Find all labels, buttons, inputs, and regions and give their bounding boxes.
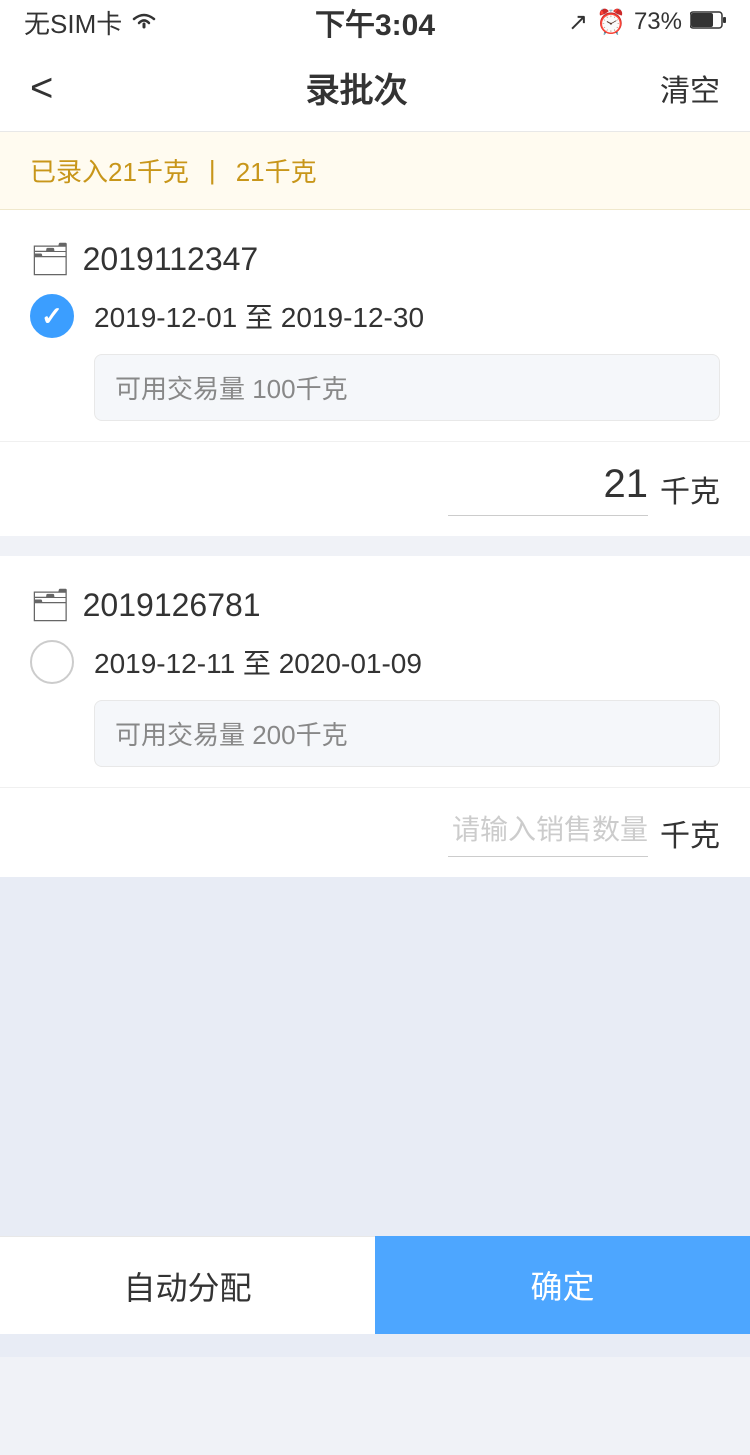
batch-row-1: 2019-12-01 至 2019-12-30	[30, 294, 720, 338]
batch-available-1: 可用交易量 100千克	[94, 354, 720, 421]
battery-icon	[690, 8, 726, 36]
info-banner: 已录入21千克 | 21千克	[0, 132, 750, 210]
batch-number-1: 2019112347	[83, 241, 259, 278]
quantity-value-1[interactable]: 21	[604, 462, 649, 507]
alarm-icon: ⏰	[596, 8, 626, 37]
status-left: 无SIM卡	[24, 4, 158, 41]
batch-header-2: 🗂 2019126781	[30, 586, 720, 624]
recorded-label: 已录入21千克	[30, 152, 189, 189]
quantity-unit-1: 千克	[660, 467, 720, 511]
batch-row-2: 2019-12-11 至 2020-01-09	[30, 640, 720, 684]
checkbox-1[interactable]	[30, 294, 74, 338]
location-icon: ↗	[568, 8, 588, 37]
batch-header-1: 🗂 2019112347	[30, 240, 720, 278]
status-bar: 无SIM卡 下午3:04 ↗ ⏰ 73%	[0, 0, 750, 44]
carrier-text: 无SIM卡	[24, 4, 122, 41]
info-value: 21千克	[236, 152, 317, 189]
clear-button[interactable]: 清空	[660, 66, 720, 110]
batch-number-2: 2019126781	[83, 587, 261, 624]
batch-icon-1: 🗂	[30, 240, 71, 278]
input-underline-line-2	[448, 856, 648, 857]
input-row-2: 请输入销售数量 千克	[0, 787, 750, 877]
batch-item-1: 🗂 2019112347 2019-12-01 至 2019-12-30 可用交…	[0, 210, 750, 441]
status-time: 下午3:04	[315, 0, 435, 44]
bottom-bar: 自动分配 确定	[0, 1236, 750, 1334]
wifi-icon	[130, 7, 158, 38]
batch-icon-2: 🗂	[30, 586, 71, 624]
input-underline-2: 请输入销售数量	[448, 808, 648, 857]
batch-card-1: 🗂 2019112347 2019-12-01 至 2019-12-30 可用交…	[0, 210, 750, 536]
batch-available-2: 可用交易量 200千克	[94, 700, 720, 767]
page-container: 无SIM卡 下午3:04 ↗ ⏰ 73%	[0, 0, 750, 1455]
auto-distribute-button[interactable]: 自动分配	[0, 1236, 375, 1334]
quantity-underline-1: 21	[448, 462, 648, 516]
quantity-underline-line-1	[448, 515, 648, 516]
input-unit-2: 千克	[660, 811, 720, 855]
batch-date-2: 2019-12-11 至 2020-01-09	[94, 642, 422, 682]
input-placeholder-2[interactable]: 请输入销售数量	[452, 808, 648, 848]
batch-date-1: 2019-12-01 至 2019-12-30	[94, 296, 424, 336]
quantity-row-1: 21 千克	[0, 441, 750, 536]
nav-bar: < 录批次 清空	[0, 44, 750, 132]
status-right: ↗ ⏰ 73%	[568, 8, 726, 37]
battery-text: 73%	[634, 8, 682, 36]
back-button[interactable]: <	[30, 68, 53, 108]
batch-card-2: 🗂 2019126781 2019-12-11 至 2020-01-09 可用交…	[0, 556, 750, 877]
page-title: 录批次	[306, 63, 408, 112]
batch-item-2: 🗂 2019126781 2019-12-11 至 2020-01-09 可用交…	[0, 556, 750, 787]
info-divider: |	[209, 155, 216, 186]
confirm-button[interactable]: 确定	[375, 1236, 750, 1334]
section-divider	[0, 536, 750, 556]
checkbox-2[interactable]	[30, 640, 74, 684]
